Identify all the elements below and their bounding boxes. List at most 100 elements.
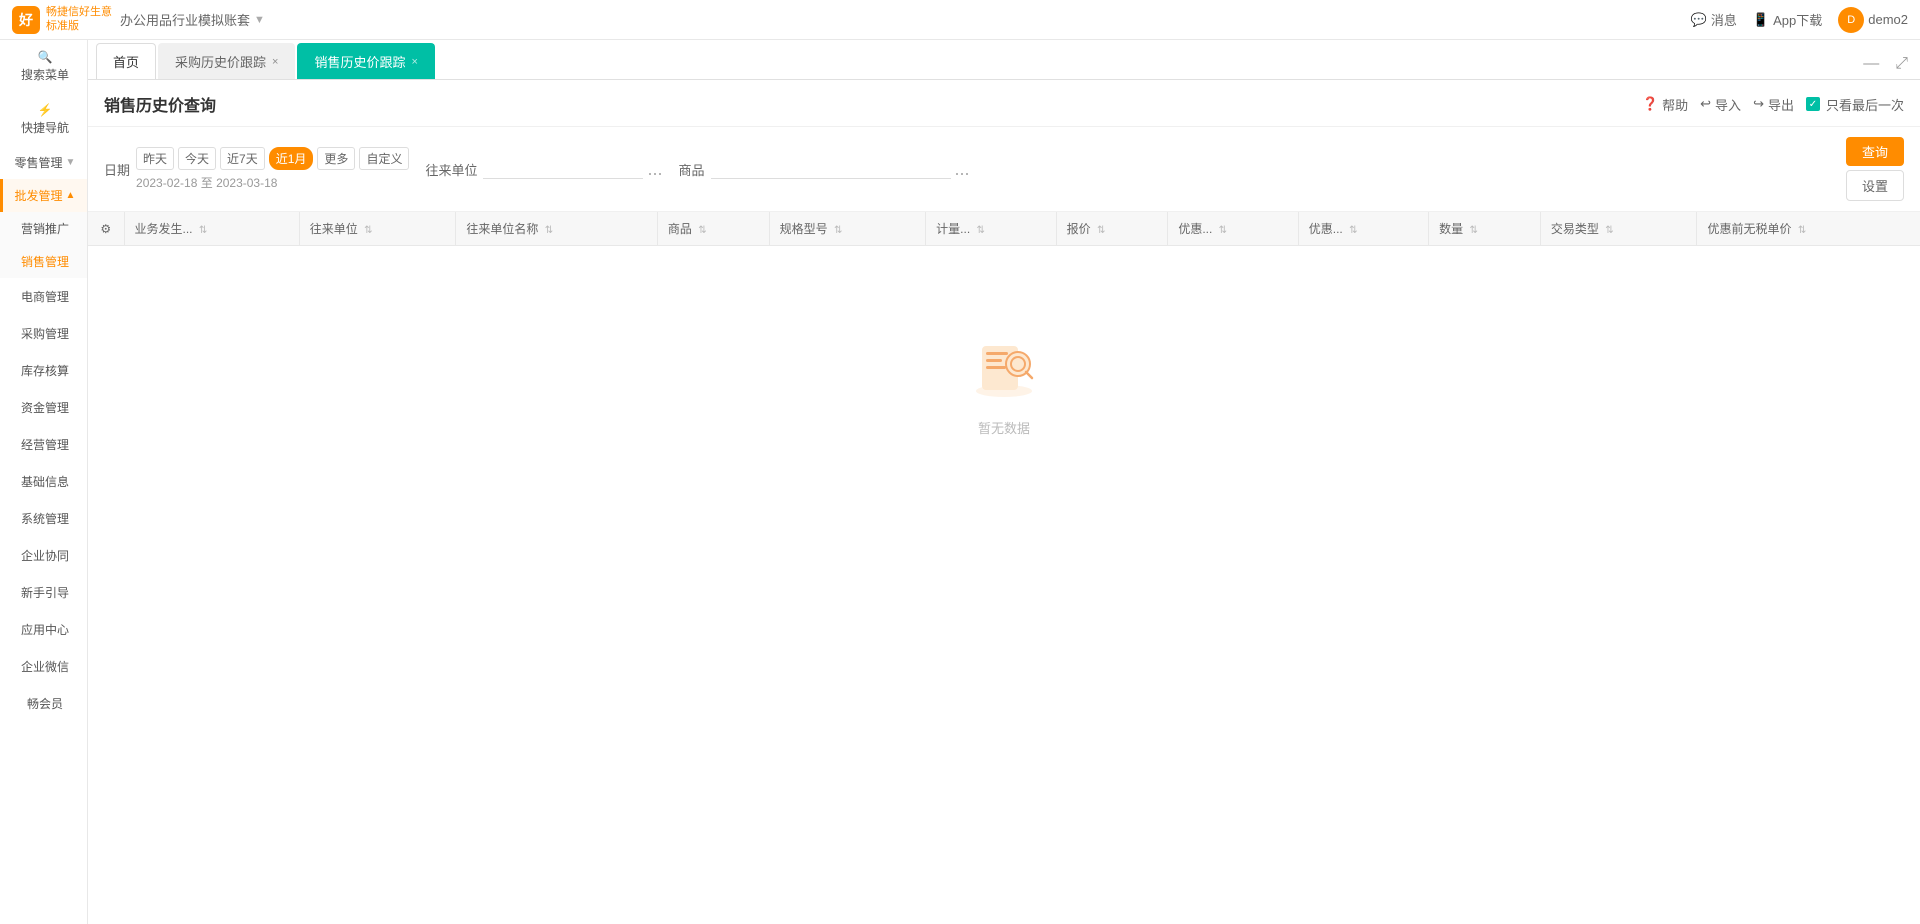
tab-bar: 首页 采购历史价跟踪 × 销售历史价跟踪 × — ⤢ <box>88 40 1920 80</box>
sidebar-item-wholesale[interactable]: 批发管理 ▲ <box>0 179 87 212</box>
sidebar-item-enterprise[interactable]: 企业协同 <box>0 537 87 574</box>
gear-icon: ⚙ <box>100 222 111 236</box>
table-wrapper: ⚙ 业务发生... ⇅ 往来单位 ⇅ 往来单位名称 <box>88 212 1920 517</box>
sort-icon-price: ⇅ <box>1097 225 1105 236</box>
tab-close-purchase[interactable]: × <box>272 56 278 68</box>
page-title: 销售历史价查询 <box>104 92 216 116</box>
message-icon: 💬 <box>1691 12 1707 28</box>
tab-maximize-btn[interactable]: ⤢ <box>1891 53 1912 75</box>
col-partner-code[interactable]: 往来单位 ⇅ <box>299 212 456 246</box>
tab-close-sales[interactable]: × <box>411 56 417 68</box>
tab-minimize-btn[interactable]: — <box>1859 53 1883 75</box>
col-discount1[interactable]: 优惠... ⇅ <box>1168 212 1298 246</box>
page-header: 销售历史价查询 ❓ 帮助 ↩ 导入 ↪ 导出 ✓ <box>88 80 1920 127</box>
sidebar-item-search-menu[interactable]: 🔍 搜索菜单 <box>0 40 87 93</box>
sort-icon-trade-type: ⇅ <box>1605 225 1613 236</box>
sidebar-sub-marketing[interactable]: 营销推广 <box>0 212 87 245</box>
avatar: D <box>1838 7 1864 33</box>
chevron-down-icon[interactable]: ▼ <box>254 14 265 26</box>
partner-filter: 往来单位 ... <box>425 159 662 180</box>
col-quantity[interactable]: 数量 ⇅ <box>1429 212 1541 246</box>
filter-bar: 日期 昨天 今天 近7天 近1月 更多 自定义 2023-02-18 至 202… <box>88 127 1920 212</box>
main-layout: 🔍 搜索菜单 ⚡ 快捷导航 零售管理 ▼ 批发管理 ▲ 营销推广 销售管理 电商… <box>0 40 1920 924</box>
sidebar-item-guide[interactable]: 新手引导 <box>0 574 87 611</box>
sidebar-item-purchase[interactable]: 采购管理 <box>0 315 87 352</box>
user-menu[interactable]: D demo2 <box>1838 7 1908 33</box>
app-download-btn[interactable]: 📱 App下载 <box>1753 10 1822 29</box>
tab-sales-history[interactable]: 销售历史价跟踪 × <box>297 43 434 79</box>
product-dots[interactable]: ... <box>955 159 970 180</box>
sidebar-item-apps[interactable]: 应用中心 <box>0 611 87 648</box>
tab-purchase-history[interactable]: 采购历史价跟踪 × <box>158 43 295 79</box>
date-btn-custom[interactable]: 自定义 <box>359 147 409 170</box>
product-input[interactable] <box>711 159 951 179</box>
col-product[interactable]: 商品 ⇅ <box>657 212 769 246</box>
chevron-down-icon: ▼ <box>66 157 76 168</box>
col-partner-name[interactable]: 往来单位名称 ⇅ <box>456 212 657 246</box>
date-filter: 日期 昨天 今天 近7天 近1月 更多 自定义 2023-02-18 至 202… <box>104 147 409 191</box>
empty-text: 暂无数据 <box>978 418 1030 437</box>
tab-bar-right: — ⤢ <box>1859 53 1912 79</box>
logo-text: 畅捷信好生意 标准版 <box>46 6 112 32</box>
col-biz-date[interactable]: 业务发生... ⇅ <box>124 212 299 246</box>
sort-icon-biz-date: ⇅ <box>199 225 207 236</box>
sidebar-item-inventory[interactable]: 库存核算 <box>0 352 87 389</box>
tab-home[interactable]: 首页 <box>96 43 156 79</box>
sidebar-sub-sales-mgmt[interactable]: 销售管理 <box>0 245 87 278</box>
product-filter: 商品 ... <box>678 159 969 180</box>
col-gear[interactable]: ⚙ <box>88 212 124 246</box>
col-price[interactable]: 报价 ⇅ <box>1056 212 1168 246</box>
date-btn-7days[interactable]: 近7天 <box>220 147 265 170</box>
sort-icon-quantity: ⇅ <box>1470 225 1478 236</box>
col-spec[interactable]: 规格型号 ⇅ <box>769 212 926 246</box>
sort-icon-partner-code: ⇅ <box>364 225 372 236</box>
search-btn[interactable]: 查询 <box>1846 137 1904 166</box>
date-buttons: 昨天 今天 近7天 近1月 更多 自定义 <box>136 147 409 170</box>
date-btn-1month[interactable]: 近1月 <box>269 147 314 170</box>
sort-icon-discount1: ⇅ <box>1219 225 1227 236</box>
col-trade-type[interactable]: 交易类型 ⇅ <box>1540 212 1697 246</box>
data-table: ⚙ 业务发生... ⇅ 往来单位 ⇅ 往来单位名称 <box>88 212 1920 246</box>
date-btn-more[interactable]: 更多 <box>317 147 355 170</box>
partner-input-group: ... <box>483 159 662 180</box>
only-last-checkbox-area[interactable]: ✓ 只看最后一次 <box>1806 95 1904 114</box>
grid-icon: ⚡ <box>38 103 53 117</box>
topbar-right: 💬 消息 📱 App下载 D demo2 <box>1691 7 1908 33</box>
sidebar-item-quick-nav[interactable]: ⚡ 快捷导航 <box>0 93 87 146</box>
setting-btn[interactable]: 设置 <box>1846 170 1904 201</box>
table-header-row: ⚙ 业务发生... ⇅ 往来单位 ⇅ 往来单位名称 <box>88 212 1920 246</box>
col-pretax-price[interactable]: 优惠前无税单价 ⇅ <box>1697 212 1920 246</box>
date-btn-yesterday[interactable]: 昨天 <box>136 147 174 170</box>
partner-input[interactable] <box>483 159 643 179</box>
sidebar-item-basic-info[interactable]: 基础信息 <box>0 463 87 500</box>
only-last-checkbox[interactable]: ✓ <box>1806 97 1820 111</box>
product-input-group: ... <box>711 159 970 180</box>
sort-icon-spec: ⇅ <box>834 225 842 236</box>
sort-icon-partner-name: ⇅ <box>545 225 553 236</box>
page-content: 销售历史价查询 ❓ 帮助 ↩ 导入 ↪ 导出 ✓ <box>88 80 1920 924</box>
sidebar-item-member[interactable]: 畅会员 <box>0 685 87 722</box>
sidebar-item-system[interactable]: 系统管理 <box>0 500 87 537</box>
date-btn-today[interactable]: 今天 <box>178 147 216 170</box>
phone-icon: 📱 <box>1753 12 1769 28</box>
content-area: 首页 采购历史价跟踪 × 销售历史价跟踪 × — ⤢ 销售历史价查询 <box>88 40 1920 924</box>
message-btn[interactable]: 💬 消息 <box>1691 10 1737 29</box>
sidebar-item-retail[interactable]: 零售管理 ▼ <box>0 146 87 179</box>
sidebar-item-wechat[interactable]: 企业微信 <box>0 648 87 685</box>
empty-icon <box>964 326 1044 406</box>
sort-icon-discount2: ⇅ <box>1349 225 1357 236</box>
partner-dots[interactable]: ... <box>647 159 662 180</box>
help-btn[interactable]: ❓ 帮助 <box>1642 95 1688 114</box>
logo-icon: 好 <box>12 6 40 34</box>
sidebar-item-ecommerce[interactable]: 电商管理 <box>0 278 87 315</box>
logo-area: 好 畅捷信好生意 标准版 <box>12 6 112 34</box>
sidebar-item-finance[interactable]: 资金管理 <box>0 389 87 426</box>
export-btn[interactable]: ↪ 导出 <box>1753 95 1794 114</box>
col-unit[interactable]: 计量... ⇅ <box>926 212 1056 246</box>
sidebar-item-operations[interactable]: 经营管理 <box>0 426 87 463</box>
topbar: 好 畅捷信好生意 标准版 办公用品行业模拟账套 ▼ 💬 消息 📱 App下载 D… <box>0 0 1920 40</box>
import-btn[interactable]: ↩ 导入 <box>1700 95 1741 114</box>
empty-state: 暂无数据 <box>88 246 1920 517</box>
col-discount2[interactable]: 优惠... ⇅ <box>1298 212 1428 246</box>
search-icon: 🔍 <box>38 50 53 64</box>
